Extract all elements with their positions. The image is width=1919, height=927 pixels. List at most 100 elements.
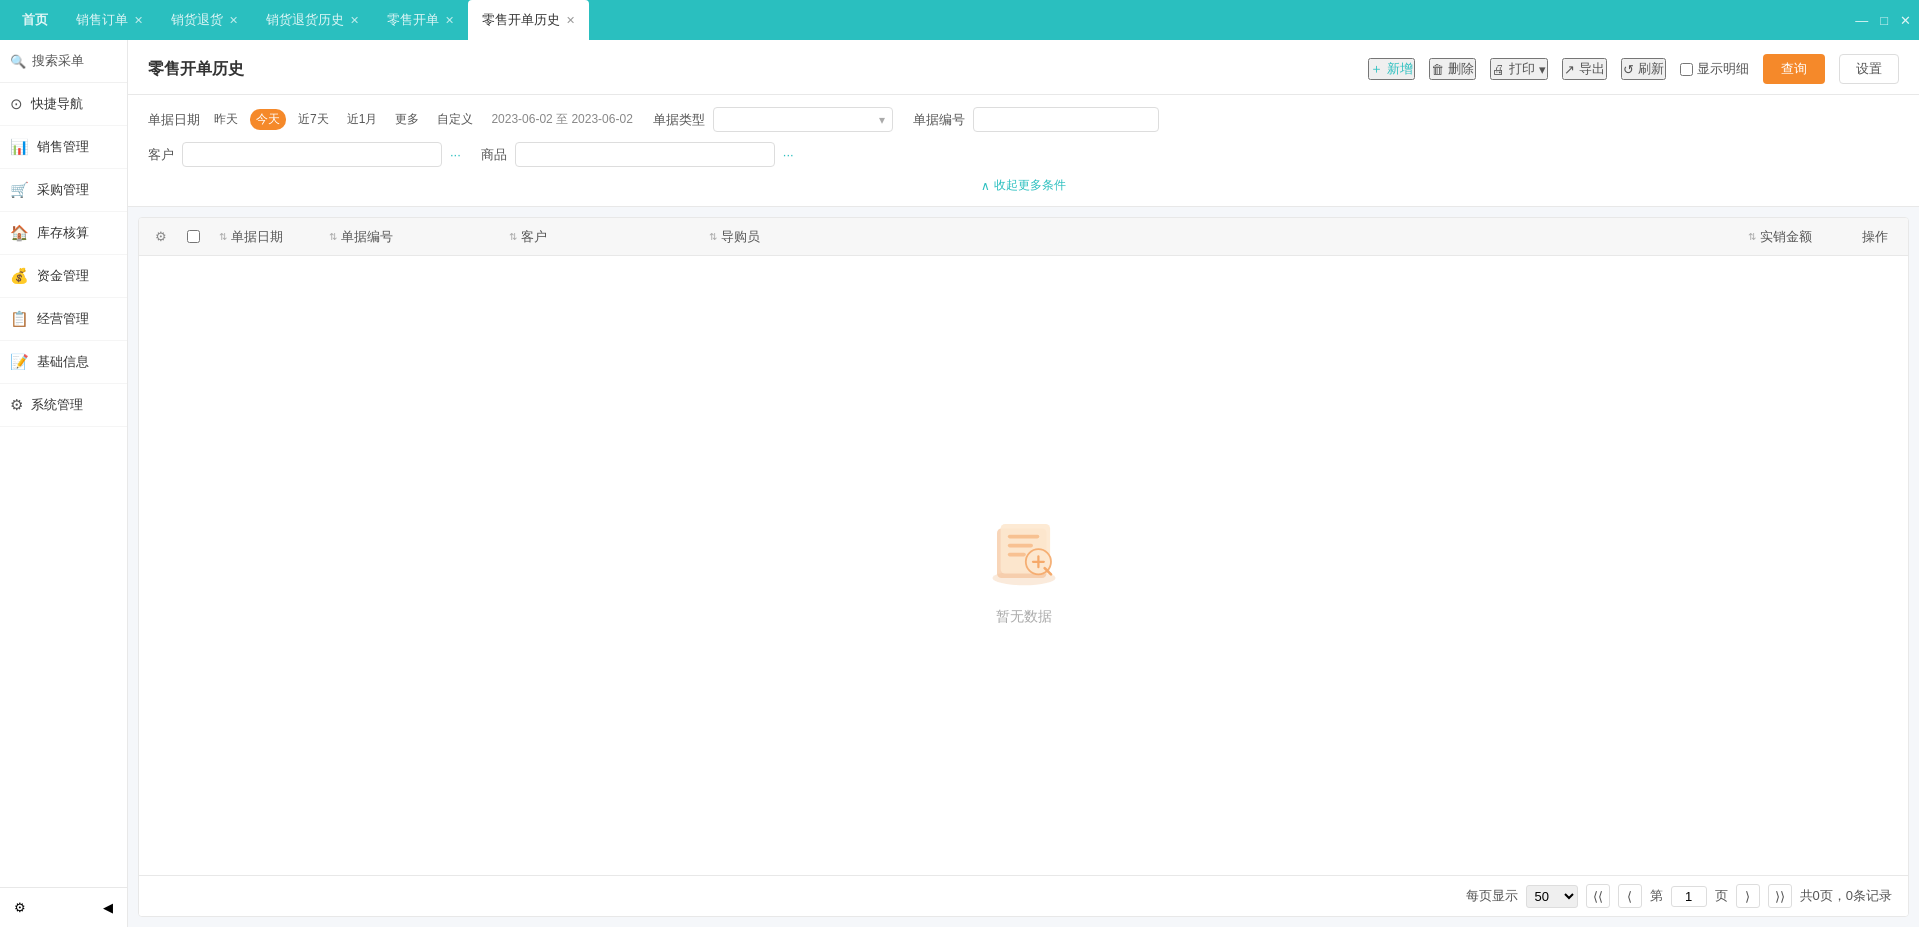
th-customer-sort-icon[interactable]: ⇅ (509, 231, 517, 242)
sidebar-item-inventory[interactable]: 🏠 库存核算 (0, 212, 127, 255)
page-header: 零售开单历史 ＋ 新增 🗑 删除 🖨 打印 ▾ ↗ 导出 (128, 40, 1919, 95)
tab-sales-order-close[interactable]: ✕ (134, 14, 143, 27)
filter-row-2: 客户 ··· 商品 ··· (148, 142, 1899, 167)
tab-sales-return-history[interactable]: 销货退货历史 ✕ (252, 0, 373, 40)
product-dots[interactable]: ··· (783, 147, 794, 162)
sidebar-item-quick-nav[interactable]: ⊙ 快捷导航 (0, 83, 127, 126)
window-restore[interactable]: □ (1880, 13, 1888, 28)
order-type-select-wrap (713, 107, 893, 132)
settings-icon[interactable]: ⚙ (14, 900, 26, 915)
select-all-checkbox[interactable] (187, 230, 200, 243)
th-amount-sort-icon[interactable]: ⇅ (1748, 231, 1756, 242)
customer-input[interactable] (182, 142, 442, 167)
tab-retail-open-history[interactable]: 零售开单历史 ✕ (468, 0, 589, 40)
customer-dots[interactable]: ··· (450, 147, 461, 162)
order-no-input[interactable] (973, 107, 1159, 132)
show-detail-toggle[interactable]: 显示明细 (1680, 60, 1749, 78)
sidebar-item-finance[interactable]: 💰 资金管理 (0, 255, 127, 298)
tab-sales-return-history-close[interactable]: ✕ (350, 14, 359, 27)
sidebar-item-operations[interactable]: 📋 经营管理 (0, 298, 127, 341)
date-more[interactable]: 更多 (389, 109, 425, 130)
prev-page-button[interactable]: ⟨ (1618, 884, 1642, 908)
date-range-display: 2023-06-02 至 2023-06-02 (491, 111, 632, 128)
print-label: 打印 (1509, 60, 1535, 78)
refresh-button[interactable]: ↺ 刷新 (1621, 58, 1666, 80)
svg-rect-5 (1007, 552, 1025, 556)
collapse-sidebar-icon[interactable]: ◀ (103, 900, 113, 915)
table-header: ⚙ ⇅ 单据日期 ⇅ 单据编号 ⇅ 客户 ⇅ (139, 218, 1908, 256)
th-guide-sort-icon[interactable]: ⇅ (709, 231, 717, 242)
page-suffix: 页 (1715, 887, 1728, 905)
page-number-input[interactable] (1671, 886, 1707, 907)
date-last7[interactable]: 近7天 (292, 109, 335, 130)
filter-date-item: 单据日期 昨天 今天 近7天 近1月 更多 自定义 2023-06-02 至 2… (148, 109, 633, 130)
sidebar-item-operations-label: 经营管理 (37, 310, 89, 328)
sidebar-search-label: 搜索采单 (32, 52, 84, 70)
window-minimize[interactable]: — (1855, 13, 1868, 28)
tab-bar-right: — □ ✕ (1855, 13, 1911, 28)
svg-rect-3 (1007, 534, 1039, 538)
setting-button[interactable]: 设置 (1839, 54, 1899, 84)
empty-text: 暂无数据 (996, 608, 1052, 626)
tab-sales-return-label: 销货退货 (171, 11, 223, 29)
show-detail-checkbox[interactable] (1680, 63, 1693, 76)
sidebar-item-basic-info-label: 基础信息 (37, 353, 89, 371)
tab-sales-return-close[interactable]: ✕ (229, 14, 238, 27)
export-button[interactable]: ↗ 导出 (1562, 58, 1607, 80)
last-page-button[interactable]: ⟩⟩ (1768, 884, 1792, 908)
tab-home[interactable]: 首页 (8, 0, 62, 40)
th-guide-label: 导购员 (721, 228, 760, 246)
sidebar-item-sales[interactable]: 📊 销售管理 (0, 126, 127, 169)
system-icon: ⚙ (10, 396, 23, 414)
empty-state: 暂无数据 (139, 256, 1908, 875)
sidebar: 🔍 搜索采单 ⊙ 快捷导航 📊 销售管理 🛒 采购管理 🏠 库存核算 💰 资金管… (0, 40, 128, 927)
first-page-button[interactable]: ⟨⟨ (1586, 884, 1610, 908)
collapse-button[interactable]: ∧ 收起更多条件 (981, 177, 1066, 194)
delete-icon: 🗑 (1431, 62, 1444, 77)
query-button[interactable]: 查询 (1763, 54, 1825, 84)
finance-icon: 💰 (10, 267, 29, 285)
th-checkbox[interactable] (179, 230, 211, 243)
date-last-month[interactable]: 近1月 (341, 109, 384, 130)
sidebar-search[interactable]: 🔍 搜索采单 (0, 40, 127, 83)
collapse-icon: ∧ (981, 179, 990, 193)
filter-area: 单据日期 昨天 今天 近7天 近1月 更多 自定义 2023-06-02 至 2… (128, 95, 1919, 207)
operations-icon: 📋 (10, 310, 29, 328)
search-icon: 🔍 (10, 54, 26, 69)
print-icon: 🖨 (1492, 62, 1505, 77)
order-type-select[interactable] (713, 107, 893, 132)
tab-sales-return[interactable]: 销货退货 ✕ (157, 0, 252, 40)
sidebar-item-inventory-label: 库存核算 (37, 224, 89, 242)
per-page-label: 每页显示 (1466, 887, 1518, 905)
date-yesterday[interactable]: 昨天 (208, 109, 244, 130)
svg-rect-4 (1007, 543, 1032, 547)
sidebar-item-basic-info[interactable]: 📝 基础信息 (0, 341, 127, 384)
print-button[interactable]: 🖨 打印 ▾ (1490, 58, 1548, 80)
th-date-sort-icon[interactable]: ⇅ (219, 231, 227, 242)
tab-retail-open-history-label: 零售开单历史 (482, 11, 560, 29)
date-custom[interactable]: 自定义 (431, 109, 479, 130)
th-settings[interactable]: ⚙ (147, 229, 179, 244)
tab-sales-order[interactable]: 销售订单 ✕ (62, 0, 157, 40)
refresh-icon: ↺ (1623, 62, 1634, 77)
sidebar-item-system[interactable]: ⚙ 系统管理 (0, 384, 127, 427)
date-today[interactable]: 今天 (250, 109, 286, 130)
column-settings-icon[interactable]: ⚙ (155, 229, 167, 244)
order-type-label: 单据类型 (653, 111, 705, 129)
add-button[interactable]: ＋ 新增 (1368, 58, 1415, 80)
sidebar-item-purchase[interactable]: 🛒 采购管理 (0, 169, 127, 212)
window-close[interactable]: ✕ (1900, 13, 1911, 28)
purchase-icon: 🛒 (10, 181, 29, 199)
next-page-button[interactable]: ⟩ (1736, 884, 1760, 908)
th-date-label: 单据日期 (231, 228, 283, 246)
product-input[interactable] (515, 142, 775, 167)
delete-button[interactable]: 🗑 删除 (1429, 58, 1476, 80)
tab-retail-open-close[interactable]: ✕ (445, 14, 454, 27)
sidebar-item-system-label: 系统管理 (31, 396, 83, 414)
sidebar-item-finance-label: 资金管理 (37, 267, 89, 285)
tab-retail-open-history-close[interactable]: ✕ (566, 14, 575, 27)
th-amount: ⇅ 实销金额 (1720, 228, 1820, 246)
per-page-select[interactable]: 50 10 20 100 (1526, 885, 1578, 908)
th-order-no-sort-icon[interactable]: ⇅ (329, 231, 337, 242)
tab-retail-open[interactable]: 零售开单 ✕ (373, 0, 468, 40)
